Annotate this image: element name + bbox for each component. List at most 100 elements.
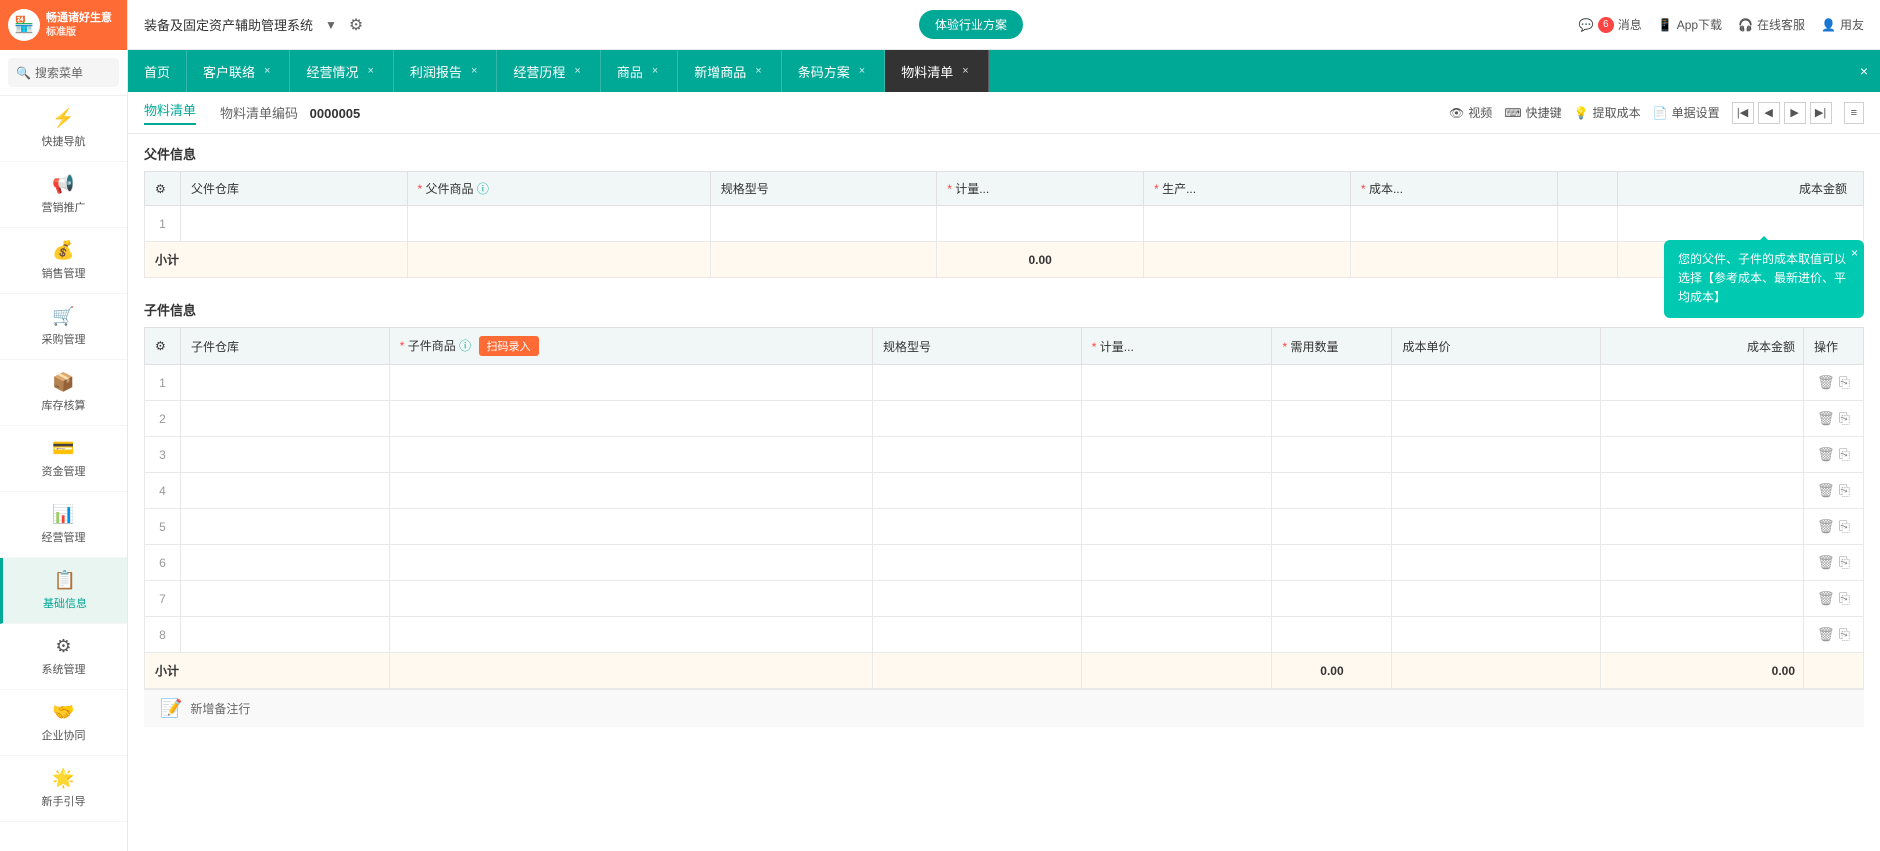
sidebar-item-purchase[interactable]: 🛒 采购管理 [0, 294, 127, 360]
delete-icon[interactable]: 🗑 [1817, 446, 1835, 463]
child-spec-cell[interactable] [873, 437, 1082, 473]
dropdown-icon[interactable]: ▼ [325, 18, 337, 32]
tab-products[interactable]: 商品 × [601, 50, 678, 92]
child-unit-cost-cell[interactable] [1392, 617, 1601, 653]
child-warehouse-cell[interactable] [181, 437, 390, 473]
child-warehouse-cell[interactable] [181, 365, 390, 401]
child-spec-cell[interactable] [873, 365, 1082, 401]
child-unit-cost-cell[interactable] [1392, 509, 1601, 545]
child-product-cell[interactable] [389, 509, 872, 545]
tab-operations-close[interactable]: × [364, 64, 376, 78]
child-th-settings[interactable]: ⚙ [145, 328, 181, 365]
tooltip-close-btn[interactable]: × [1851, 244, 1858, 263]
child-warehouse-cell[interactable] [181, 509, 390, 545]
shortcut-button[interactable]: ⌨ 快捷键 [1504, 104, 1561, 121]
view-button[interactable]: 👁 视频 [1449, 104, 1492, 121]
child-product-cell[interactable] [389, 581, 872, 617]
add-note-label[interactable]: 新增备注行 [190, 700, 250, 717]
parent-production-cell-1[interactable] [1144, 206, 1351, 242]
child-unit-cost-cell[interactable] [1392, 545, 1601, 581]
tab-products-close[interactable]: × [649, 64, 661, 78]
user-item[interactable]: 👤 用友 [1821, 16, 1864, 33]
page-prev-btn[interactable]: ◀ [1758, 102, 1780, 124]
parent-spec-cell-1[interactable] [710, 206, 937, 242]
sidebar-item-finance[interactable]: 💳 资金管理 [0, 426, 127, 492]
table-view-btn[interactable]: ≡ [1844, 102, 1864, 124]
delete-icon[interactable]: 🗑 [1817, 410, 1835, 427]
child-product-cell[interactable] [389, 401, 872, 437]
child-unit-cell[interactable] [1081, 509, 1272, 545]
parent-cost-cell-1[interactable] [1350, 206, 1557, 242]
delete-icon[interactable]: 🗑 [1817, 626, 1835, 643]
delete-icon[interactable]: 🗑 [1817, 482, 1835, 499]
child-unit-cell[interactable] [1081, 581, 1272, 617]
child-unit-cell[interactable] [1081, 617, 1272, 653]
online-support-item[interactable]: 🎧 在线客服 [1738, 16, 1805, 33]
delete-icon[interactable]: 🗑 [1817, 590, 1835, 607]
tab-new-products-close[interactable]: × [752, 64, 764, 78]
delete-icon[interactable]: 🗑 [1817, 374, 1835, 391]
tab-customers[interactable]: 客户联络 × [187, 50, 290, 92]
child-product-cell[interactable] [389, 617, 872, 653]
copy-icon[interactable]: ⎘ [1839, 374, 1850, 391]
child-spec-cell[interactable] [873, 545, 1082, 581]
child-unit-cell[interactable] [1081, 437, 1272, 473]
child-unit-cell[interactable] [1081, 365, 1272, 401]
tab-bom-close[interactable]: × [959, 64, 971, 78]
parent-unit-cell-1[interactable] [937, 206, 1144, 242]
tab-close-all[interactable]: × [1848, 63, 1880, 79]
copy-icon[interactable]: ⎘ [1839, 446, 1850, 463]
child-quantity-cell[interactable] [1272, 581, 1392, 617]
sidebar-item-cooperation[interactable]: 🤝 企业协同 [0, 690, 127, 756]
copy-icon[interactable]: ⎘ [1839, 626, 1850, 643]
sub-nav-bom-list[interactable]: 物料清单 [144, 100, 196, 125]
delete-icon[interactable]: 🗑 [1817, 518, 1835, 535]
app-download-item[interactable]: 📱 App下载 [1658, 16, 1722, 33]
child-spec-cell[interactable] [873, 581, 1082, 617]
child-warehouse-cell[interactable] [181, 545, 390, 581]
child-product-cell[interactable] [389, 545, 872, 581]
sidebar-item-sales[interactable]: 💰 销售管理 [0, 228, 127, 294]
copy-icon[interactable]: ⎘ [1839, 554, 1850, 571]
child-unit-cost-cell[interactable] [1392, 365, 1601, 401]
scan-button[interactable]: 扫码录入 [479, 336, 539, 356]
child-spec-cell[interactable] [873, 401, 1082, 437]
sidebar-item-operations[interactable]: 📊 经营管理 [0, 492, 127, 558]
child-unit-cost-cell[interactable] [1392, 437, 1601, 473]
child-unit-cell[interactable] [1081, 545, 1272, 581]
sidebar-item-marketing[interactable]: 📢 营销推广 [0, 162, 127, 228]
settings-icon[interactable]: ⚙ [349, 15, 363, 35]
tab-history-close[interactable]: × [571, 64, 583, 78]
child-warehouse-cell[interactable] [181, 401, 390, 437]
copy-icon[interactable]: ⎘ [1839, 482, 1850, 499]
tab-operations[interactable]: 经营情况 × [290, 50, 393, 92]
child-quantity-cell[interactable] [1272, 545, 1392, 581]
add-note-icon[interactable]: 📝 [160, 698, 182, 719]
child-spec-cell[interactable] [873, 473, 1082, 509]
sidebar-item-system[interactable]: ⚙ 系统管理 [0, 624, 127, 690]
page-last-btn[interactable]: ▶| [1810, 102, 1832, 124]
child-warehouse-cell[interactable] [181, 581, 390, 617]
copy-icon[interactable]: ⎘ [1839, 410, 1850, 427]
child-quantity-cell[interactable] [1272, 473, 1392, 509]
sidebar-item-guide[interactable]: 🌟 新手引导 [0, 756, 127, 822]
child-product-cell[interactable] [389, 473, 872, 509]
child-product-cell[interactable] [389, 365, 872, 401]
sidebar-item-inventory[interactable]: 📦 库存核算 [0, 360, 127, 426]
parent-warehouse-cell-1[interactable] [181, 206, 408, 242]
trial-button[interactable]: 体验行业方案 [919, 10, 1023, 39]
child-unit-cell[interactable] [1081, 473, 1272, 509]
copy-icon[interactable]: ⎘ [1839, 590, 1850, 607]
cost-button[interactable]: 💡 提取成本 [1574, 104, 1641, 121]
settings-button[interactable]: 📄 单据设置 [1653, 104, 1720, 121]
tab-home[interactable]: 首页 [128, 50, 187, 92]
tab-bom[interactable]: 物料清单 × [885, 50, 988, 92]
parent-product-cell-1[interactable] [407, 206, 710, 242]
tab-barcode[interactable]: 条码方案 × [782, 50, 885, 92]
child-unit-cost-cell[interactable] [1392, 581, 1601, 617]
child-unit-cost-cell[interactable] [1392, 473, 1601, 509]
child-unit-cell[interactable] [1081, 401, 1272, 437]
search-button[interactable]: 🔍 搜索菜单 [8, 58, 119, 87]
child-help-icon[interactable]: ⓘ [459, 339, 471, 353]
tab-profit[interactable]: 利润报告 × [394, 50, 497, 92]
